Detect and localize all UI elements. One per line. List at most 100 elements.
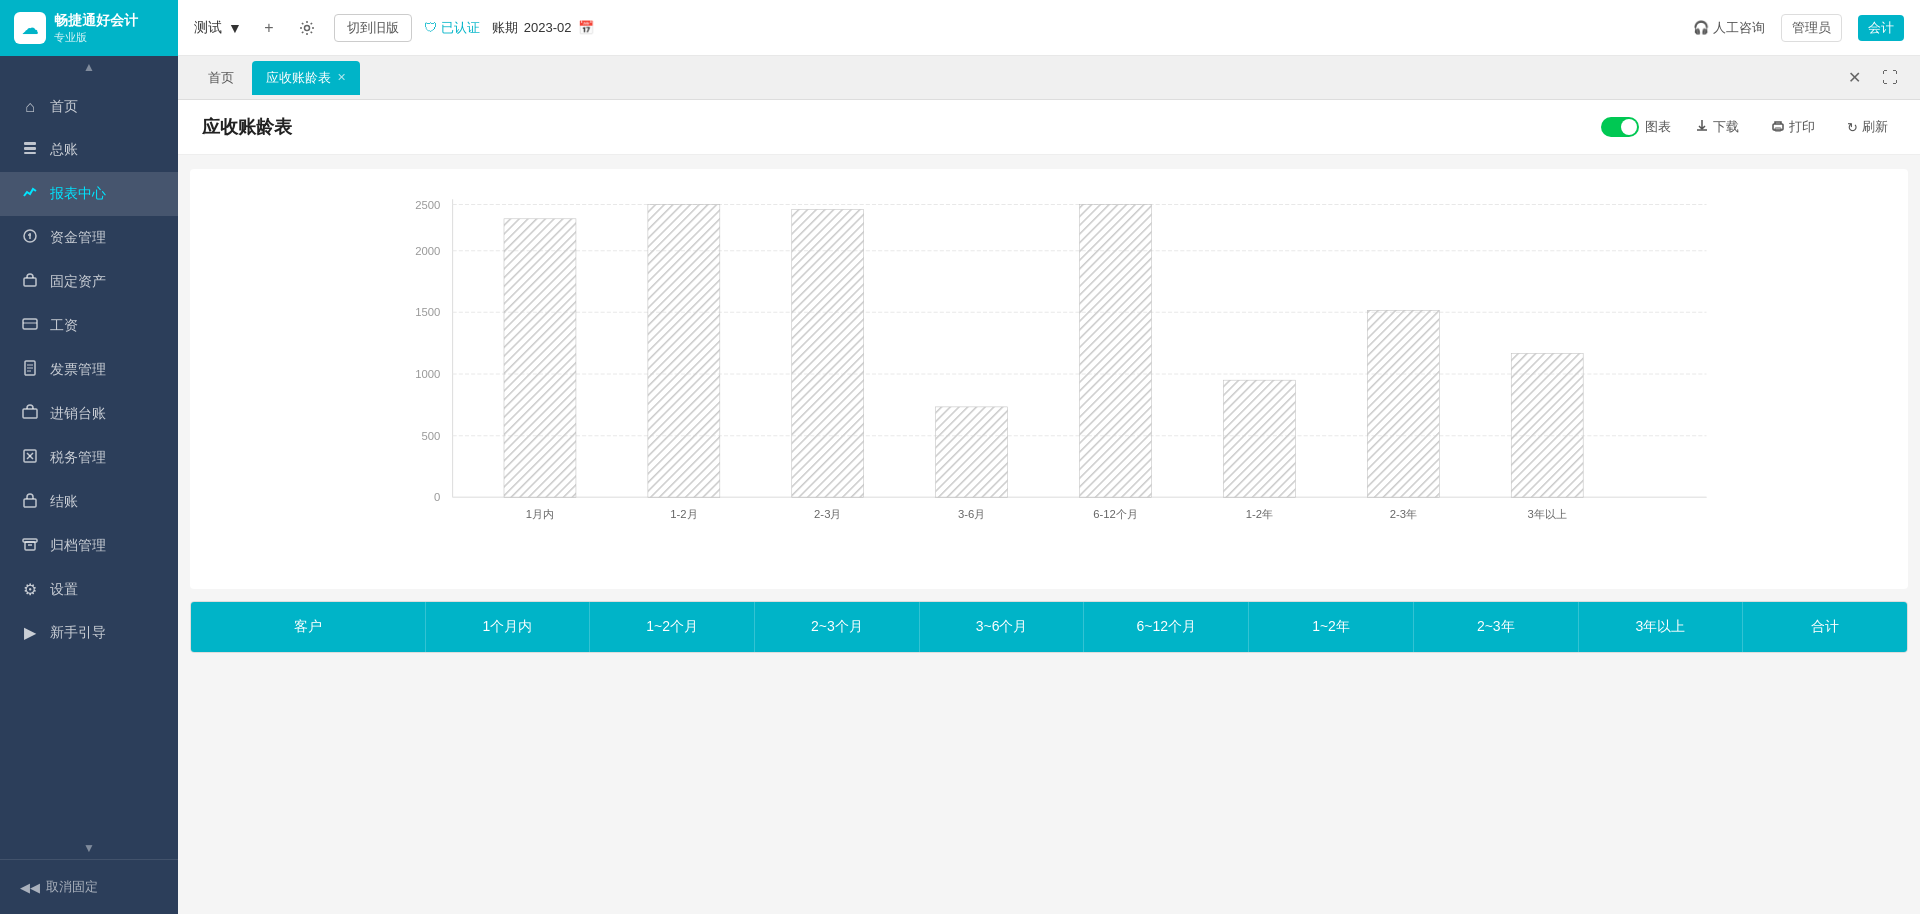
tab-home[interactable]: 首页 [194,61,248,95]
user-btn[interactable]: 管理员 [1781,14,1842,42]
print-label: 打印 [1789,118,1815,136]
svg-rect-0 [24,142,36,145]
chart-toggle[interactable] [1601,117,1639,137]
sidebar-item-archive[interactable]: 归档管理 [0,524,178,568]
download-btn[interactable]: 下载 [1687,114,1747,140]
sidebar-item-label: 工资 [50,317,78,335]
svg-text:1-2月: 1-2月 [670,508,697,520]
sidebar-item-label: 进销台账 [50,405,106,423]
sidebar-item-label: 新手引导 [50,624,106,642]
svg-text:3-6月: 3-6月 [958,508,985,520]
sidebar-item-closing[interactable]: 结账 [0,480,178,524]
col-2-3month: 2~3个月 [755,602,920,652]
capital-icon [20,228,40,248]
svg-text:0: 0 [434,491,440,503]
sidebar-item-capital[interactable]: 资金管理 [0,216,178,260]
sidebar-item-sales[interactable]: 进销台账 [0,392,178,436]
tabbar: 首页 应收账龄表 ✕ ✕ ⛶ [178,56,1920,100]
svg-text:2500: 2500 [415,199,440,211]
col-customer: 客户 [191,602,426,652]
sidebar-item-ledger[interactable]: 总账 [0,128,178,172]
svg-text:2-3月: 2-3月 [814,508,841,520]
sidebar-item-label: 资金管理 [50,229,106,247]
svg-text:1-2年: 1-2年 [1246,508,1273,520]
sidebar-logo: ☁ 畅捷通好会计 专业版 [0,0,178,56]
consulting-btn[interactable]: 🎧 人工咨询 [1693,19,1765,37]
project-selector[interactable]: 测试 ▼ [194,19,242,37]
app-logo-icon: ☁ [14,12,46,44]
headset-icon: 🎧 [1693,20,1709,35]
sidebar-item-home[interactable]: ⌂ 首页 [0,86,178,128]
svg-rect-45 [1080,204,1152,497]
toggle-knob [1621,119,1637,135]
period-display: 账期 2023-02 📅 [492,19,594,37]
sidebar-item-salary[interactable]: 工资 [0,304,178,348]
svg-rect-51 [1511,353,1583,497]
col-total: 合计 [1743,602,1907,652]
period-label: 账期 [492,19,518,37]
page-title: 应收账龄表 [202,115,292,139]
sidebar-item-guide[interactable]: ▶ 新手引导 [0,611,178,654]
invoice-icon [20,360,40,380]
app-edition: 专业版 [54,30,138,45]
print-icon [1771,119,1785,136]
svg-text:1500: 1500 [415,306,440,318]
sidebar-footer: ◀◀ 取消固定 [0,859,178,914]
svg-text:1000: 1000 [415,368,440,380]
svg-rect-43 [936,407,1008,497]
add-project-btn[interactable]: + [254,13,284,43]
sidebar-item-tax[interactable]: 税务管理 [0,436,178,480]
chart-toggle-container: 图表 [1601,117,1671,137]
chart-container: 0 500 1000 1500 2000 2500 1月内 [190,169,1908,589]
sidebar-item-invoice[interactable]: 发票管理 [0,348,178,392]
app-name: 畅捷通好会计 [54,11,138,29]
calendar-icon[interactable]: 📅 [578,20,594,35]
sidebar-item-settings[interactable]: ⚙ 设置 [0,568,178,611]
role-btn[interactable]: 会计 [1858,15,1904,41]
col-6-12month: 6~12个月 [1084,602,1249,652]
guide-icon: ▶ [20,623,40,642]
topbar: 测试 ▼ + 切到旧版 🛡 已认证 账期 2023-02 📅 🎧 人工咨询 管理… [178,0,1920,56]
salary-icon [20,316,40,336]
sidebar-item-assets[interactable]: 固定资产 [0,260,178,304]
svg-point-19 [304,25,309,30]
archive-icon [20,536,40,556]
sidebar-item-label: 首页 [50,98,78,116]
sidebar-item-label: 结账 [50,493,78,511]
project-dropdown-icon: ▼ [228,20,242,36]
page-actions: 图表 下载 打印 ↻ 刷新 [1601,114,1896,140]
cancel-fixed-btn[interactable]: ◀◀ 取消固定 [16,870,162,904]
svg-text:6-12个月: 6-12个月 [1093,508,1138,520]
sidebar-item-reports[interactable]: 报表中心 [0,172,178,216]
sidebar-item-label: 报表中心 [50,185,106,203]
sidebar-item-label: 税务管理 [50,449,106,467]
chart-toggle-label: 图表 [1645,118,1671,136]
data-table: 客户 1个月内 1~2个月 2~3个月 3~6个月 6~12个月 [190,601,1908,653]
bar-chart: 0 500 1000 1500 2000 2500 1月内 [240,189,1878,559]
expand-btn[interactable]: ⛶ [1876,64,1904,92]
close-tab-btn[interactable]: ✕ [1840,64,1868,92]
svg-text:500: 500 [421,430,440,442]
settings-btn[interactable] [292,13,322,43]
sidebar: ☁ 畅捷通好会计 专业版 ▲ ⌂ 首页 总账 报表中心 [0,0,178,914]
scroll-down-indicator: ▼ [0,837,178,859]
col-1month: 1个月内 [426,602,591,652]
svg-rect-39 [648,204,720,497]
tab-aging[interactable]: 应收账龄表 ✕ [252,61,360,95]
tab-home-label: 首页 [208,69,234,87]
sales-icon [20,404,40,424]
tax-icon [20,448,40,468]
refresh-btn[interactable]: ↻ 刷新 [1839,114,1896,140]
svg-text:2000: 2000 [415,245,440,257]
svg-rect-11 [23,409,37,418]
main-container: 测试 ▼ + 切到旧版 🛡 已认证 账期 2023-02 📅 🎧 人工咨询 管理… [178,0,1920,914]
sidebar-item-label: 发票管理 [50,361,106,379]
print-btn[interactable]: 打印 [1763,114,1823,140]
tab-aging-label: 应收账龄表 [266,69,331,87]
svg-rect-1 [24,147,36,150]
switch-version-btn[interactable]: 切到旧版 [334,14,412,42]
period-value: 2023-02 [524,20,572,35]
tab-close-icon[interactable]: ✕ [337,71,346,84]
col-3plusyear: 3年以上 [1579,602,1744,652]
settings-icon: ⚙ [20,580,40,599]
